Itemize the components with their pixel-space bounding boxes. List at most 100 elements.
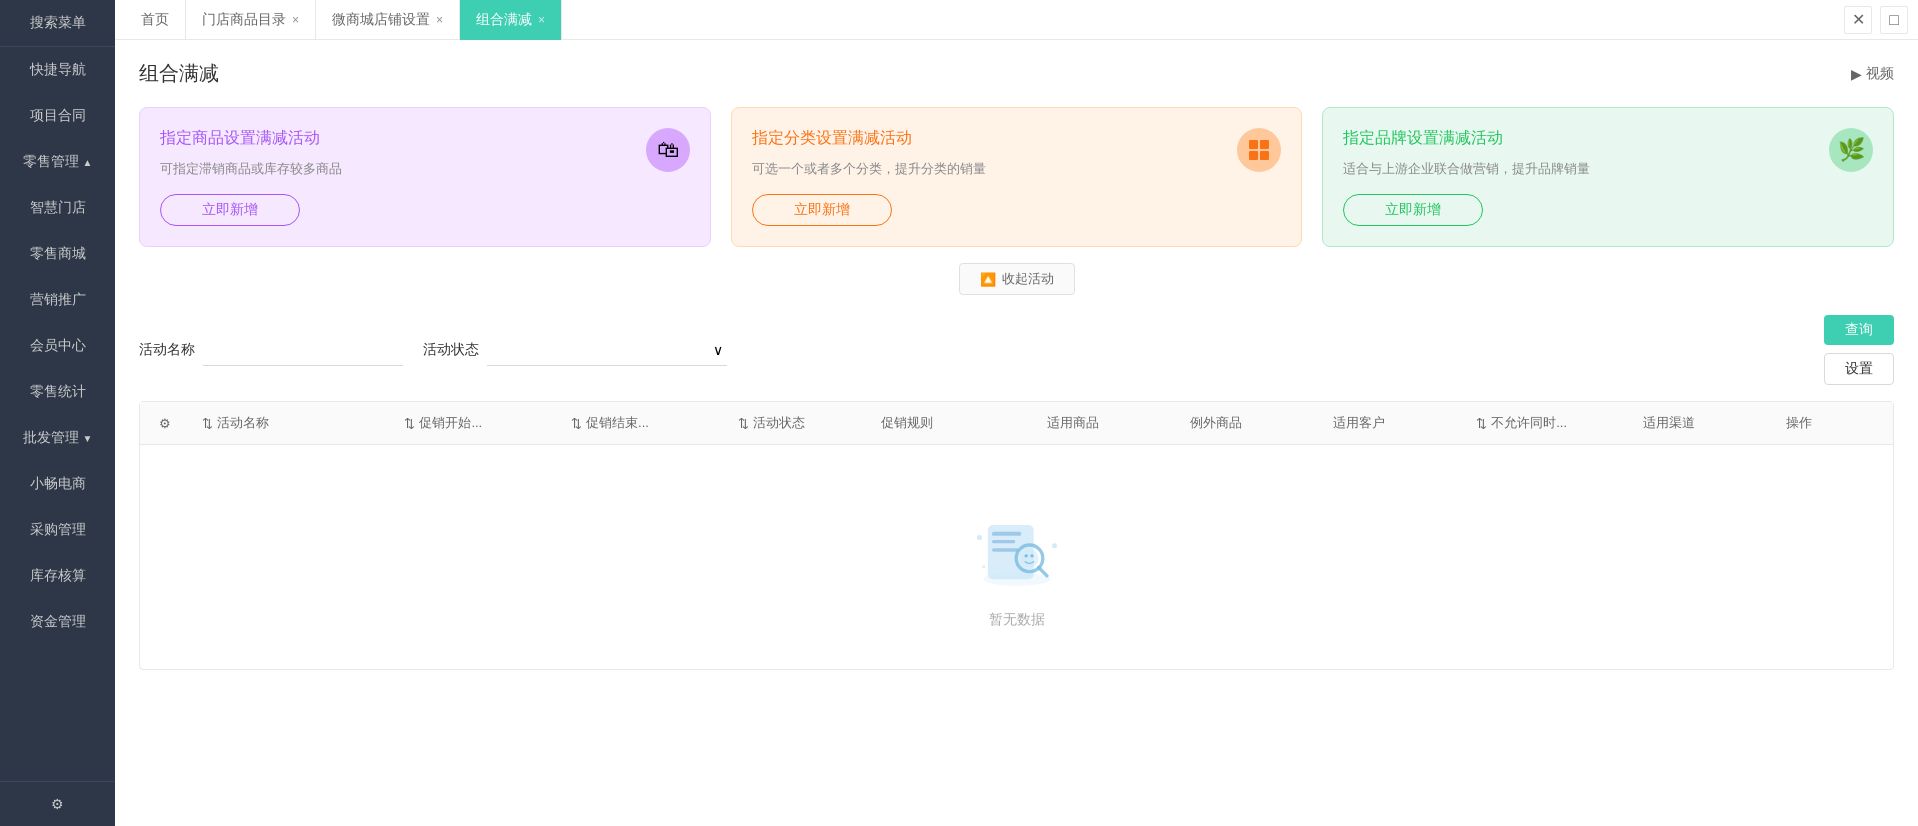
sidebar-item-label: 库存核算 <box>30 567 86 583</box>
chevron-down-icon: ∨ <box>713 342 723 358</box>
tab-wechat-store-settings[interactable]: 微商城店铺设置 × <box>316 0 460 40</box>
th-promo-end[interactable]: ⇅ 促销结束... <box>559 414 726 432</box>
filter-name-item: 活动名称 <box>139 334 403 366</box>
close-window-btn[interactable]: ✕ <box>1844 6 1872 34</box>
gear-icon: ⚙ <box>51 796 64 812</box>
svg-rect-3 <box>1260 151 1269 160</box>
video-link[interactable]: ▶ 视频 <box>1851 65 1894 83</box>
th-activity-status[interactable]: ⇅ 活动状态 <box>726 414 869 432</box>
sidebar-item-retail-mgmt[interactable]: 零售管理 ▲ <box>0 139 115 185</box>
sidebar-settings-btn[interactable]: ⚙ <box>0 781 115 826</box>
svg-point-14 <box>977 535 982 540</box>
sidebar-item-label: 采购管理 <box>30 521 86 537</box>
sidebar-item-marketing[interactable]: 营销推广 <box>0 277 115 323</box>
sidebar-item-label: 零售统计 <box>30 383 86 399</box>
svg-point-12 <box>1024 554 1027 557</box>
filter-status-label: 活动状态 <box>423 341 479 359</box>
sidebar-item-xiaowei-ecom[interactable]: 小畅电商 <box>0 461 115 507</box>
svg-point-10 <box>1020 549 1038 567</box>
svg-rect-7 <box>992 540 1015 543</box>
sort-icon: ⇅ <box>202 416 213 431</box>
data-table: ⚙ ⇅ 活动名称 ⇅ 促销开始... ⇅ 促销结束... ⇅ 活动状态 <box>139 401 1894 670</box>
tab-combo-discount[interactable]: 组合满减 × <box>460 0 562 40</box>
empty-text: 暂无数据 <box>989 611 1045 629</box>
tab-label: 门店商品目录 <box>202 11 286 29</box>
sidebar-search[interactable]: 搜索菜单 <box>0 0 115 47</box>
add-category-promo-button[interactable]: 立即新增 <box>752 194 892 226</box>
filter-actions: 查询 设置 <box>1824 315 1894 385</box>
sidebar-item-smart-store[interactable]: 智慧门店 <box>0 185 115 231</box>
sidebar-item-member-center[interactable]: 会员中心 <box>0 323 115 369</box>
svg-point-15 <box>1052 543 1057 548</box>
svg-rect-8 <box>992 548 1019 551</box>
th-activity-name[interactable]: ⇅ 活动名称 <box>190 414 392 432</box>
close-icon[interactable]: × <box>436 13 443 27</box>
card-icon-brand: 🌿 <box>1829 128 1873 172</box>
svg-rect-0 <box>1249 140 1258 149</box>
content-area: 组合满减 ▶ 视频 🛍 指定商品设置满减活动 可指定滞销商品或库存较多商品 立即… <box>115 40 1918 826</box>
tab-store-catalog[interactable]: 门店商品目录 × <box>186 0 316 40</box>
sidebar-item-label: 零售商城 <box>30 245 86 261</box>
sort-icon: ⇅ <box>571 416 582 431</box>
filter-row: 活动名称 活动状态 ∨ 查询 设置 <box>139 315 1894 385</box>
sidebar-item-retail-mall[interactable]: 零售商城 <box>0 231 115 277</box>
sidebar-item-purchase-mgmt[interactable]: 采购管理 <box>0 507 115 553</box>
query-button[interactable]: 查询 <box>1824 315 1894 345</box>
card-title-category: 指定分类设置满减活动 <box>752 128 1282 149</box>
th-promo-start[interactable]: ⇅ 促销开始... <box>392 414 559 432</box>
card-desc-goods: 可指定滞销商品或库存较多商品 <box>160 159 690 180</box>
sidebar-item-finance-mgmt[interactable]: 资金管理 <box>0 599 115 645</box>
th-applicable-channel: 适用渠道 <box>1631 414 1774 432</box>
sidebar-item-quick-nav[interactable]: 快捷导航 <box>0 47 115 93</box>
maximize-window-btn[interactable]: □ <box>1880 6 1908 34</box>
tab-label: 微商城店铺设置 <box>332 11 430 29</box>
th-label: 适用渠道 <box>1643 414 1695 432</box>
collapse-bar: 🔼 收起活动 <box>139 263 1894 295</box>
sidebar-item-inventory[interactable]: 库存核算 <box>0 553 115 599</box>
promo-card-specify-category: 指定分类设置满减活动 可选一个或者多个分类，提升分类的销量 立即新增 <box>731 107 1303 247</box>
page-header: 组合满减 ▶ 视频 <box>139 60 1894 87</box>
page-title: 组合满减 <box>139 60 219 87</box>
sidebar-item-label: 营销推广 <box>30 291 86 307</box>
card-icon-goods: 🛍 <box>646 128 690 172</box>
tab-home[interactable]: 首页 <box>125 0 186 40</box>
filter-name-input[interactable] <box>203 334 403 366</box>
sidebar-item-label: 资金管理 <box>30 613 86 629</box>
sidebar-item-wholesale-mgmt[interactable]: 批发管理 ▼ <box>0 415 115 461</box>
sidebar-item-retail-stats[interactable]: 零售统计 <box>0 369 115 415</box>
th-label: 活动状态 <box>753 414 805 432</box>
th-not-same-time[interactable]: ⇅ 不允许同时... <box>1464 414 1631 432</box>
svg-rect-6 <box>992 532 1021 536</box>
chevron-down-icon: ▼ <box>83 433 93 444</box>
grid-icon <box>1247 138 1271 162</box>
sidebar-item-label: 批发管理 <box>23 429 79 447</box>
card-title-brand: 指定品牌设置满减活动 <box>1343 128 1873 149</box>
sort-icon: ⇅ <box>738 416 749 431</box>
empty-state: 暂无数据 <box>140 445 1893 669</box>
main-area: 首页 门店商品目录 × 微商城店铺设置 × 组合满减 × ✕ □ 组合满减 ▶ … <box>115 0 1918 826</box>
card-desc-brand: 适合与上游企业联合做营销，提升品牌销量 <box>1343 159 1873 180</box>
sidebar-item-label: 小畅电商 <box>30 475 86 491</box>
cards-row: 🛍 指定商品设置满减活动 可指定滞销商品或库存较多商品 立即新增 指定分类设置满… <box>139 107 1894 247</box>
tab-label: 组合满减 <box>476 11 532 29</box>
sidebar-item-label: 零售管理 <box>23 153 79 171</box>
chevron-up-icon: ▲ <box>83 157 93 168</box>
th-settings[interactable]: ⚙ <box>140 416 190 431</box>
th-promo-rule: 促销规则 <box>869 414 1036 432</box>
th-label: 操作 <box>1786 414 1812 432</box>
th-label: 不允许同时... <box>1491 414 1567 432</box>
sidebar-item-project-contract[interactable]: 项目合同 <box>0 93 115 139</box>
add-goods-promo-button[interactable]: 立即新增 <box>160 194 300 226</box>
collapse-activities-button[interactable]: 🔼 收起活动 <box>959 263 1075 295</box>
th-applicable-goods: 适用商品 <box>1035 414 1178 432</box>
th-except-goods: 例外商品 <box>1178 414 1321 432</box>
close-icon[interactable]: × <box>292 13 299 27</box>
close-icon[interactable]: × <box>538 13 545 27</box>
svg-point-16 <box>982 565 985 568</box>
th-label: 促销结束... <box>586 414 649 432</box>
sidebar-item-label: 快捷导航 <box>30 61 86 77</box>
add-brand-promo-button[interactable]: 立即新增 <box>1343 194 1483 226</box>
settings-button[interactable]: 设置 <box>1824 353 1894 385</box>
filter-status-select[interactable]: ∨ <box>487 334 727 366</box>
sidebar-item-label: 会员中心 <box>30 337 86 353</box>
